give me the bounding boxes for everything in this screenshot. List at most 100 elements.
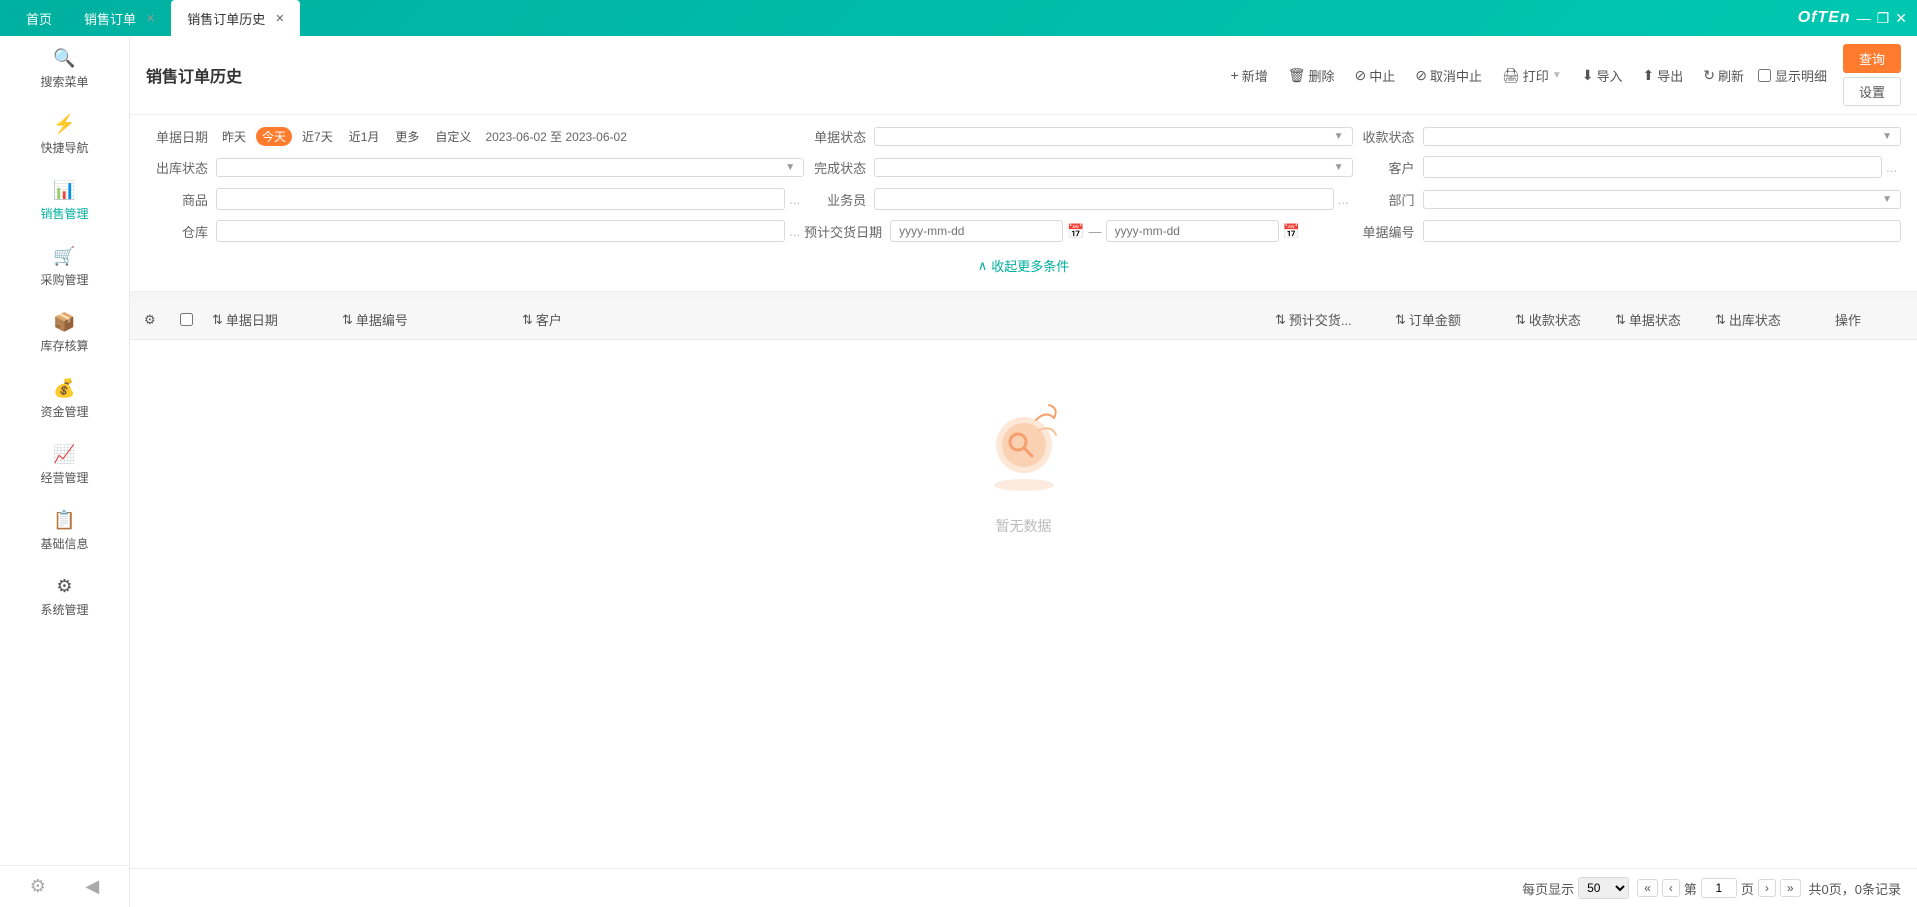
th-out-status[interactable]: ⇅ 出库状态 <box>1709 310 1829 329</box>
sidebar-item-search-menu[interactable]: 🔍 搜索菜单 <box>0 36 129 102</box>
new-label: 新增 <box>1242 66 1268 85</box>
new-button[interactable]: + 新增 <box>1225 62 1274 89</box>
export-button[interactable]: ⬆ 导出 <box>1636 62 1689 89</box>
sidebar-item-quick-nav[interactable]: ⚡ 快捷导航 <box>0 102 129 168</box>
empty-text: 暂无数据 <box>996 516 1052 536</box>
page-number-input[interactable] <box>1701 878 1737 898</box>
sidebar-item-sys-mgmt[interactable]: ⚙ 系统管理 <box>0 564 129 630</box>
th-delivery[interactable]: ⇅ 预计交货... <box>1269 310 1389 329</box>
sidebar: 🔍 搜索菜单 ⚡ 快捷导航 📊 销售管理 🛒 采购管理 📦 库存核算 💰 资金管… <box>0 36 130 907</box>
th-num[interactable]: ⇅ 单据编号 <box>336 310 516 329</box>
sidebar-sys-mgmt-label: 系统管理 <box>40 601 88 618</box>
delete-button[interactable]: 🗑 删除 <box>1282 62 1341 89</box>
display-columns-checkbox-label[interactable]: 显示明细 <box>1758 66 1827 85</box>
import-button[interactable]: ⬇ 导入 <box>1576 62 1629 89</box>
window-close-btn[interactable]: ✕ <box>1895 10 1907 27</box>
page-navigation: « ‹ 第 页 › » <box>1637 878 1800 898</box>
refresh-button[interactable]: ↻ 刷新 <box>1697 62 1750 89</box>
customer-browse-icon[interactable]: ... <box>1882 160 1901 175</box>
th-pay-status-label: 收款状态 <box>1529 310 1581 329</box>
date-badge-today[interactable]: 昨天 <box>216 127 252 146</box>
sidebar-item-fund-mgmt[interactable]: 💰 资金管理 <box>0 366 129 432</box>
th-op-label: 操作 <box>1835 310 1861 329</box>
salesperson-input[interactable] <box>874 188 1334 210</box>
customer-input[interactable] <box>1423 156 1883 178</box>
filter-date: 单据日期 昨天 今天 近7天 近1月 更多 自定义 2023-06-02 至 2… <box>146 127 804 146</box>
sidebar-item-sales-mgmt[interactable]: 📊 销售管理 <box>0 168 129 234</box>
sidebar-item-ops-mgmt[interactable]: 📈 经营管理 <box>0 432 129 498</box>
filter-salesperson: 业务员 ... <box>804 188 1352 210</box>
complete-status-arrow-icon: ▼ <box>1334 162 1344 173</box>
salesperson-browse-icon[interactable]: ... <box>1334 192 1353 207</box>
dept-select[interactable]: ▼ <box>1423 190 1901 209</box>
display-columns-checkbox[interactable] <box>1758 69 1771 82</box>
complete-status-select[interactable]: ▼ <box>874 158 1352 177</box>
order-no-input[interactable] <box>1423 220 1901 242</box>
date-badge-more[interactable]: 更多 <box>389 127 425 146</box>
table-header: ⚙ ⇅ 单据日期 ⇅ 单据编号 ⇅ 客户 ⇅ <box>130 300 1917 340</box>
next-page-button[interactable]: › <box>1758 879 1776 897</box>
delivery-date-to-input[interactable] <box>1106 220 1279 242</box>
sort-icon-amount: ⇅ <box>1395 312 1406 328</box>
dept-label: 部门 <box>1353 190 1423 209</box>
filter-row-4: 仓库 ... 预计交货日期 📅 — 📅 单据编号 <box>146 220 1901 242</box>
th-order-status-label: 单据状态 <box>1629 310 1681 329</box>
warehouse-browse-icon[interactable]: ... <box>785 224 804 239</box>
window-minimize-btn[interactable]: — <box>1857 10 1871 26</box>
sidebar-collapse-icon[interactable]: ◀ <box>85 876 99 897</box>
collapse-row[interactable]: ∧ 收起更多条件 <box>146 252 1901 279</box>
sidebar-settings-icon[interactable]: ⚙ <box>30 876 46 897</box>
filter-pay-status: 收款状态 ▼ <box>1353 127 1901 146</box>
delivery-date-from-calendar-icon[interactable]: 📅 <box>1067 223 1084 240</box>
page-size-select[interactable]: 50 10 20 100 <box>1578 877 1629 899</box>
th-gear[interactable]: ⚙ <box>138 312 174 328</box>
th-pay-status[interactable]: ⇅ 收款状态 <box>1509 310 1609 329</box>
goods-input[interactable] <box>216 188 785 210</box>
th-check[interactable] <box>174 313 206 326</box>
th-amount-label: 订单金额 <box>1409 310 1461 329</box>
filter-row-3: 商品 ... 业务员 ... 部门 ▼ <box>146 188 1901 210</box>
sidebar-item-inventory[interactable]: 📦 库存核算 <box>0 300 129 366</box>
tab-home[interactable]: 首页 <box>10 0 68 36</box>
cancel-stop-button[interactable]: ⊘ 取消中止 <box>1409 62 1488 89</box>
tab-sales-order-history-close[interactable]: ✕ <box>275 12 284 25</box>
window-restore-btn[interactable]: ❐ <box>1877 10 1890 27</box>
sidebar-bottom: ⚙ ◀ <box>0 865 129 907</box>
stop-label: 中止 <box>1369 66 1395 85</box>
goods-browse-icon[interactable]: ... <box>785 192 804 207</box>
tab-sales-order[interactable]: 销售订单 ✕ <box>68 0 171 36</box>
th-date[interactable]: ⇅ 单据日期 <box>206 310 336 329</box>
query-button[interactable]: 查询 <box>1843 44 1901 73</box>
date-badge-1month[interactable]: 近1月 <box>343 127 386 146</box>
tab-sales-order-close[interactable]: ✕ <box>146 12 155 25</box>
setting-button[interactable]: 设置 <box>1843 77 1901 106</box>
delivery-date-from-input[interactable] <box>890 220 1063 242</box>
sidebar-item-base-info[interactable]: 📋 基础信息 <box>0 498 129 564</box>
sidebar-item-purchase-mgmt[interactable]: 🛒 采购管理 <box>0 234 129 300</box>
delivery-date-to-calendar-icon[interactable]: 📅 <box>1283 223 1300 240</box>
stop-button[interactable]: ⊘ 中止 <box>1349 62 1402 89</box>
tab-sales-order-history[interactable]: 销售订单历史 ✕ <box>171 0 300 36</box>
out-status-select[interactable]: ▼ <box>216 158 804 177</box>
print-button[interactable]: 🖨 打印 ▼ <box>1496 62 1568 89</box>
out-status-arrow-icon: ▼ <box>785 162 795 173</box>
empty-illustration <box>974 400 1074 500</box>
sys-mgmt-icon: ⚙ <box>56 576 72 597</box>
order-status-select[interactable]: ▼ <box>874 127 1352 146</box>
th-op: 操作 <box>1829 310 1909 329</box>
filter-complete-status: 完成状态 ▼ <box>804 158 1352 177</box>
print-label: 打印 <box>1523 66 1549 85</box>
pay-status-select[interactable]: ▼ <box>1423 127 1901 146</box>
select-all-checkbox[interactable] <box>180 313 193 326</box>
th-order-status[interactable]: ⇅ 单据状态 <box>1609 310 1709 329</box>
first-page-button[interactable]: « <box>1637 879 1658 897</box>
filter-warehouse: 仓库 ... <box>146 220 804 242</box>
th-client[interactable]: ⇅ 客户 <box>516 310 1269 329</box>
warehouse-input[interactable] <box>216 220 785 242</box>
date-badge-custom[interactable]: 自定义 <box>429 127 477 146</box>
date-badge-7days[interactable]: 近7天 <box>296 127 339 146</box>
prev-page-button[interactable]: ‹ <box>1662 879 1680 897</box>
date-badge-3days[interactable]: 今天 <box>256 127 292 146</box>
th-amount[interactable]: ⇅ 订单金额 <box>1389 310 1509 329</box>
last-page-button[interactable]: » <box>1780 879 1801 897</box>
